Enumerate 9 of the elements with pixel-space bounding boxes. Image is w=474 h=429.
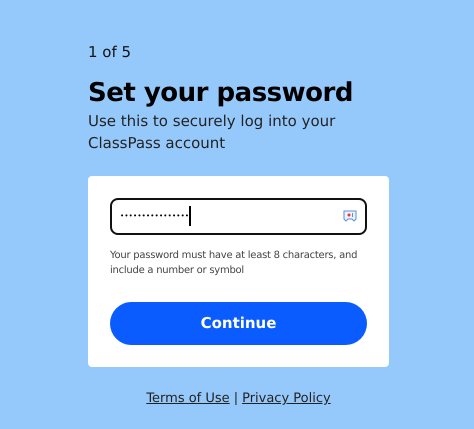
password-hint: Your password must have at least 8 characters, and include a number or symbol: [110, 248, 358, 278]
step-counter: 1 of 5: [88, 42, 132, 62]
privacy-link[interactable]: Privacy Policy: [242, 391, 331, 406]
continue-button[interactable]: Continue: [110, 302, 367, 345]
terms-link[interactable]: Terms of Use: [146, 391, 230, 406]
password-manager-icon[interactable]: [343, 209, 357, 224]
separator: |: [234, 391, 238, 406]
subtitle: Use this to securely log into your ClassPass account: [88, 111, 336, 154]
page-title: Set your password: [88, 77, 354, 110]
